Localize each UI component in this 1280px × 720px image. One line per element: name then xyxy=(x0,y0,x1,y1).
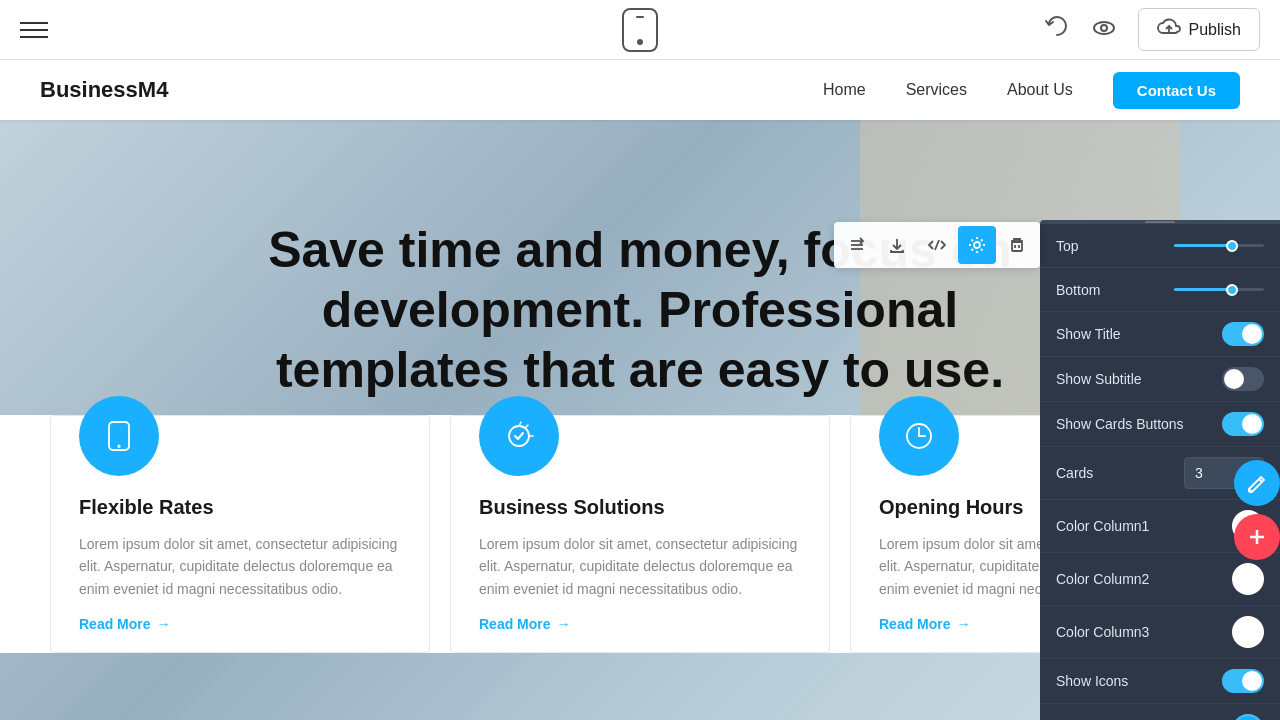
svg-rect-13 xyxy=(1012,242,1022,251)
svg-point-12 xyxy=(974,242,980,248)
cards-count-value: 3 xyxy=(1195,465,1203,481)
toolbar-right: Publish xyxy=(1042,8,1260,51)
card-2: Business Solutions Lorem ipsum dolor sit… xyxy=(450,415,830,653)
trash-tool-button[interactable] xyxy=(998,226,1036,264)
cloud-upload-icon xyxy=(1157,17,1181,42)
publish-button[interactable]: Publish xyxy=(1138,8,1260,51)
website-preview: BusinessM4 Home Services About Us Contac… xyxy=(0,60,1280,720)
download-tool-button[interactable] xyxy=(878,226,916,264)
hero-text-container: Save time and money, focus ondevelopment… xyxy=(155,160,1125,400)
side-actions xyxy=(1234,460,1280,560)
mobile-preview-button[interactable] xyxy=(622,8,658,52)
color-column1-label: Color Column1 xyxy=(1056,518,1149,534)
arrow-right-icon-3: → xyxy=(957,616,971,632)
arrow-right-icon-2: → xyxy=(557,616,571,632)
settings-color-col3-row: Color Column3 xyxy=(1040,606,1280,659)
nav-logo: BusinessM4 xyxy=(40,77,168,103)
hamburger-menu-icon[interactable] xyxy=(20,22,48,38)
nav-link-home[interactable]: Home xyxy=(823,81,866,99)
show-subtitle-label: Show Subtitle xyxy=(1056,371,1142,387)
show-icons-label: Show Icons xyxy=(1056,673,1128,689)
card-3-icon-circle xyxy=(879,396,959,476)
section-toolbar xyxy=(834,222,1040,268)
show-title-toggle[interactable] xyxy=(1222,322,1264,346)
add-action-button[interactable] xyxy=(1234,514,1280,560)
svg-line-16 xyxy=(1259,479,1262,482)
edit-action-button[interactable] xyxy=(1234,460,1280,506)
code-tool-button[interactable] xyxy=(918,226,956,264)
show-subtitle-toggle[interactable] xyxy=(1222,367,1264,391)
color-column2-label: Color Column2 xyxy=(1056,571,1149,587)
card-2-text: Lorem ipsum dolor sit amet, consectetur … xyxy=(479,533,801,600)
top-label: Top xyxy=(1056,238,1079,254)
bottom-slider[interactable] xyxy=(1174,288,1264,291)
top-slider[interactable] xyxy=(1174,244,1264,247)
svg-point-0 xyxy=(1094,22,1114,34)
nav-link-about[interactable]: About Us xyxy=(1007,81,1073,99)
svg-point-4 xyxy=(509,426,529,446)
settings-bottom-row: Bottom xyxy=(1040,268,1280,312)
card-1-title: Flexible Rates xyxy=(79,496,401,519)
toolbar-center xyxy=(622,8,658,52)
preview-eye-icon[interactable] xyxy=(1088,14,1120,46)
settings-top-row: Top xyxy=(1040,224,1280,268)
publish-label: Publish xyxy=(1189,21,1241,39)
card-2-icon-circle xyxy=(479,396,559,476)
card-1-text: Lorem ipsum dolor sit amet, consectetur … xyxy=(79,533,401,600)
svg-line-11 xyxy=(935,240,939,250)
cards-label: Cards xyxy=(1056,465,1093,481)
show-title-label: Show Title xyxy=(1056,326,1121,342)
show-cards-buttons-toggle[interactable] xyxy=(1222,412,1264,436)
card-1: Flexible Rates Lorem ipsum dolor sit ame… xyxy=(50,415,430,653)
settings-show-title-row: Show Title xyxy=(1040,312,1280,357)
toolbar-left xyxy=(20,22,48,38)
color-column3-label: Color Column3 xyxy=(1056,624,1149,640)
settings-show-subtitle-row: Show Subtitle xyxy=(1040,357,1280,402)
color-column3-swatch[interactable] xyxy=(1232,616,1264,648)
card-2-link[interactable]: Read More → xyxy=(479,616,801,632)
preview-navbar: BusinessM4 Home Services About Us Contac… xyxy=(0,60,1280,120)
bottom-label: Bottom xyxy=(1056,282,1100,298)
icon-bg-swatch[interactable] xyxy=(1232,714,1264,720)
arrow-right-icon: → xyxy=(157,616,171,632)
main-toolbar: Publish xyxy=(0,0,1280,60)
undo-icon[interactable] xyxy=(1042,14,1070,46)
settings-color-col2-row: Color Column2 xyxy=(1040,553,1280,606)
settings-show-cards-buttons-row: Show Cards Buttons xyxy=(1040,402,1280,447)
nav-links: Home Services About Us Contact Us xyxy=(823,72,1240,109)
nav-link-services[interactable]: Services xyxy=(906,81,967,99)
color-column2-swatch[interactable] xyxy=(1232,563,1264,595)
card-1-link[interactable]: Read More → xyxy=(79,616,401,632)
sort-tool-button[interactable] xyxy=(838,226,876,264)
show-icons-toggle[interactable] xyxy=(1222,669,1264,693)
card-1-icon-circle xyxy=(79,396,159,476)
gear-tool-button[interactable] xyxy=(958,226,996,264)
settings-show-icons-row: Show Icons xyxy=(1040,659,1280,704)
show-cards-buttons-label: Show Cards Buttons xyxy=(1056,416,1184,432)
svg-point-1 xyxy=(1101,25,1107,31)
settings-icon-bg-row: Icon Bg xyxy=(1040,704,1280,720)
card-2-title: Business Solutions xyxy=(479,496,801,519)
nav-contact-button[interactable]: Contact Us xyxy=(1113,72,1240,109)
